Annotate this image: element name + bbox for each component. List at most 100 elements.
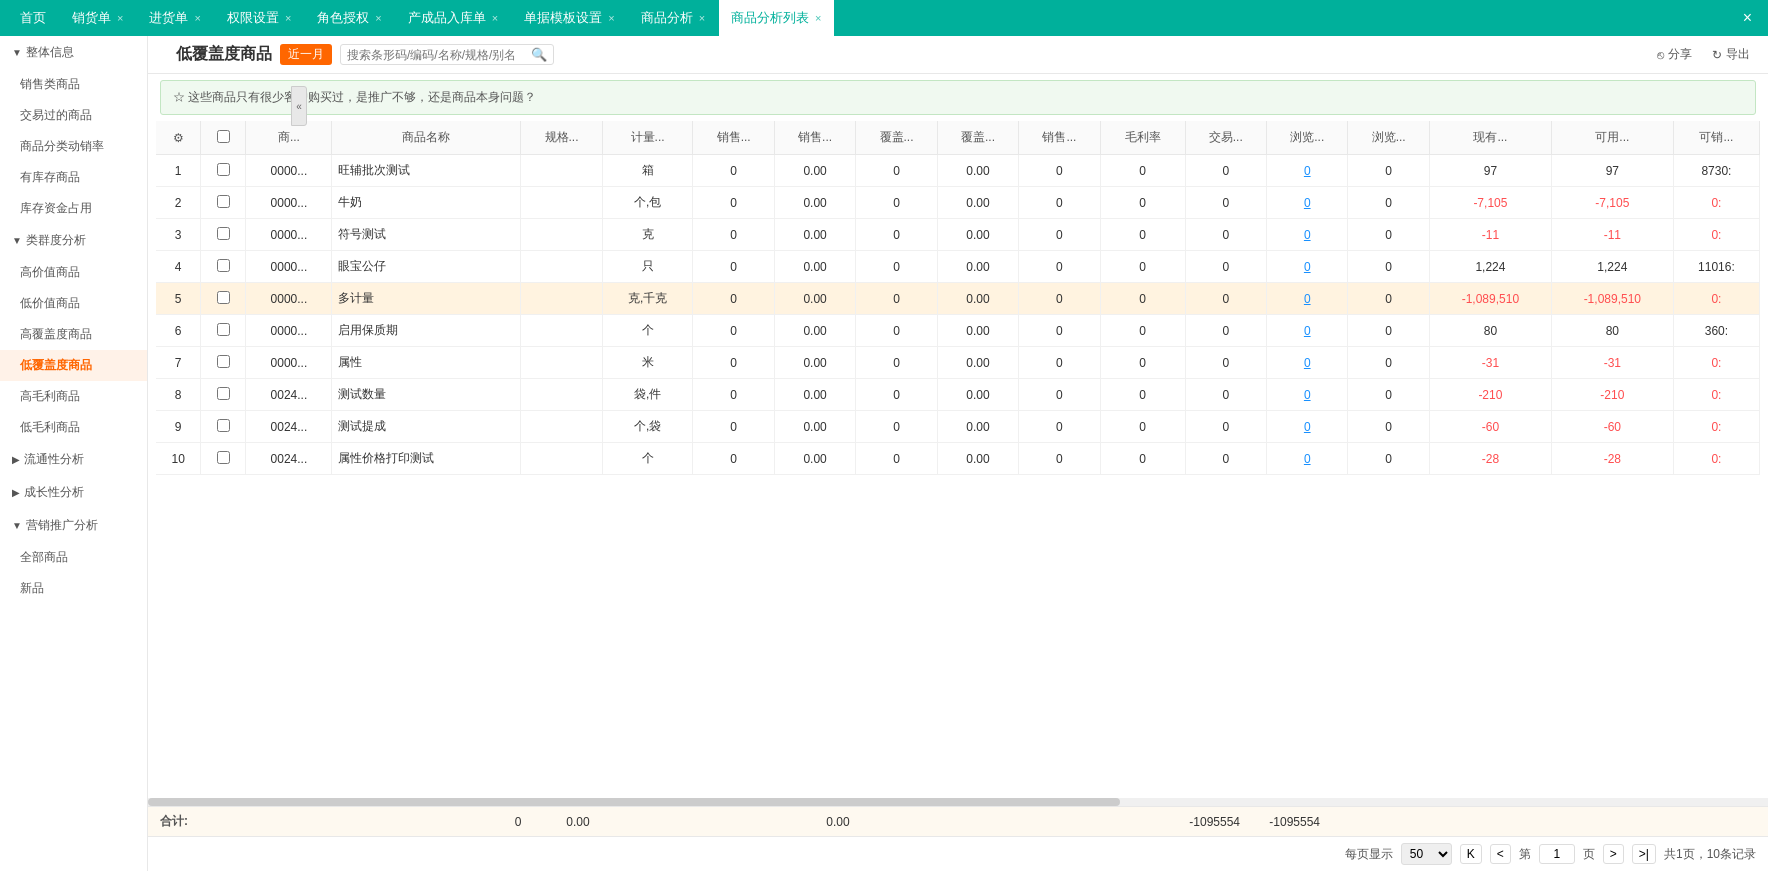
row-browse1[interactable]: 0 (1267, 443, 1348, 475)
col-transaction[interactable]: 交易... (1185, 121, 1266, 155)
row-checkbox[interactable] (217, 323, 230, 336)
settings-icon[interactable]: ⚙ (173, 131, 184, 145)
sidebar-section-overview[interactable]: ▼ 整体信息 (0, 36, 147, 69)
nav-purchase[interactable]: 进货单 × (137, 0, 212, 36)
row-checkbox-cell[interactable] (201, 283, 246, 315)
row-checkbox[interactable] (217, 355, 230, 368)
nav-goods-list[interactable]: 商品分析列表 × (719, 0, 833, 36)
sidebar-section-marketing[interactable]: ▼ 营销推广分析 (0, 509, 147, 542)
col-name[interactable]: 商品名称 (332, 121, 521, 155)
period-button[interactable]: 近一月 (280, 44, 332, 65)
sidebar-item-traded[interactable]: 交易过的商品 (0, 100, 147, 131)
horizontal-scrollbar[interactable] (148, 798, 1768, 806)
row-checkbox-cell[interactable] (201, 443, 246, 475)
row-checkbox-cell[interactable] (201, 315, 246, 347)
nav-product-close[interactable]: × (492, 12, 498, 24)
sidebar-item-sales-goods[interactable]: 销售类商品 (0, 69, 147, 100)
scrollbar-thumb[interactable] (148, 798, 1120, 806)
nav-permission-close[interactable]: × (285, 12, 291, 24)
window-close-button[interactable]: × (1735, 9, 1760, 27)
col-sales-amt[interactable]: 销售... (774, 121, 855, 155)
last-page-btn[interactable]: >| (1632, 844, 1656, 864)
col-sales-qty[interactable]: 销售... (693, 121, 774, 155)
nav-role[interactable]: 角色授权 × (305, 0, 393, 36)
select-all-checkbox[interactable] (217, 130, 230, 143)
col-coverage1[interactable]: 覆盖... (856, 121, 937, 155)
row-checkbox[interactable] (217, 227, 230, 240)
nav-product-stock[interactable]: 产成品入库单 × (396, 0, 510, 36)
row-checkbox-cell[interactable] (201, 219, 246, 251)
nav-goods-list-close[interactable]: × (815, 12, 821, 24)
next-page-btn[interactable]: > (1603, 844, 1624, 864)
row-checkbox[interactable] (217, 195, 230, 208)
sidebar-item-low-coverage[interactable]: 低覆盖度商品 (0, 350, 147, 381)
col-browse2[interactable]: 浏览... (1348, 121, 1429, 155)
nav-template[interactable]: 单据模板设置 × (512, 0, 626, 36)
sidebar-item-low-value[interactable]: 低价值商品 (0, 288, 147, 319)
nav-sales[interactable]: 销货单 × (60, 0, 135, 36)
page-number-input[interactable] (1539, 844, 1575, 864)
col-spec[interactable]: 规格... (521, 121, 602, 155)
nav-role-close[interactable]: × (375, 12, 381, 24)
row-browse1[interactable]: 0 (1267, 251, 1348, 283)
sidebar-item-low-profit[interactable]: 低毛利商品 (0, 412, 147, 443)
col-coverage2[interactable]: 覆盖... (937, 121, 1018, 155)
row-checkbox[interactable] (217, 291, 230, 304)
row-browse1[interactable]: 0 (1267, 187, 1348, 219)
row-browse1[interactable]: 0 (1267, 155, 1348, 187)
sidebar-item-all-goods[interactable]: 全部商品 (0, 542, 147, 573)
col-sales-data[interactable]: 销售... (1019, 121, 1100, 155)
sidebar-item-capital[interactable]: 库存资金占用 (0, 193, 147, 224)
row-browse1[interactable]: 0 (1267, 379, 1348, 411)
col-available[interactable]: 可用... (1551, 121, 1673, 155)
search-icon[interactable]: 🔍 (531, 47, 547, 62)
share-button[interactable]: ⎋ 分享 (1651, 44, 1698, 65)
sidebar-section-cluster[interactable]: ▼ 类群度分析 (0, 224, 147, 257)
row-checkbox-cell[interactable] (201, 347, 246, 379)
row-browse1[interactable]: 0 (1267, 219, 1348, 251)
search-input[interactable] (347, 48, 527, 62)
col-browse1[interactable]: 浏览... (1267, 121, 1348, 155)
sidebar-section-growth[interactable]: ▶ 成长性分析 (0, 476, 147, 509)
row-browse1[interactable]: 0 (1267, 411, 1348, 443)
sidebar-item-category-rate[interactable]: 商品分类动销率 (0, 131, 147, 162)
sidebar-item-high-profit[interactable]: 高毛利商品 (0, 381, 147, 412)
row-browse1[interactable]: 0 (1267, 315, 1348, 347)
sidebar-item-in-stock[interactable]: 有库存商品 (0, 162, 147, 193)
sidebar-collapse-btn[interactable]: « (291, 86, 307, 126)
nav-template-close[interactable]: × (608, 12, 614, 24)
col-code[interactable]: 商... (246, 121, 332, 155)
row-checkbox[interactable] (217, 259, 230, 272)
sidebar-item-new-goods[interactable]: 新品 (0, 573, 147, 604)
row-checkbox[interactable] (217, 419, 230, 432)
nav-sales-close[interactable]: × (117, 12, 123, 24)
col-checkbox[interactable] (201, 121, 246, 155)
nav-permission[interactable]: 权限设置 × (215, 0, 303, 36)
nav-purchase-close[interactable]: × (194, 12, 200, 24)
col-current-stock[interactable]: 现有... (1429, 121, 1551, 155)
row-browse1[interactable]: 0 (1267, 347, 1348, 379)
per-page-select[interactable]: 50 100 200 (1401, 843, 1452, 865)
row-checkbox[interactable] (217, 451, 230, 464)
sidebar-section-flow[interactable]: ▶ 流通性分析 (0, 443, 147, 476)
row-browse1[interactable]: 0 (1267, 283, 1348, 315)
export-button[interactable]: ↻ 导出 (1706, 44, 1756, 65)
row-checkbox[interactable] (217, 387, 230, 400)
nav-goods-analysis-close[interactable]: × (699, 12, 705, 24)
row-checkbox-cell[interactable] (201, 187, 246, 219)
prev-page-btn[interactable]: < (1490, 844, 1511, 864)
row-checkbox-cell[interactable] (201, 251, 246, 283)
col-gross-margin[interactable]: 毛利率 (1100, 121, 1185, 155)
col-settings[interactable]: ⚙ (156, 121, 201, 155)
row-checkbox-cell[interactable] (201, 411, 246, 443)
nav-home[interactable]: 首页 (8, 0, 58, 36)
row-checkbox-cell[interactable] (201, 379, 246, 411)
row-checkbox[interactable] (217, 163, 230, 176)
row-checkbox-cell[interactable] (201, 155, 246, 187)
sidebar-item-high-value[interactable]: 高价值商品 (0, 257, 147, 288)
nav-goods-analysis[interactable]: 商品分析 × (629, 0, 717, 36)
sidebar-item-high-coverage[interactable]: 高覆盖度商品 (0, 319, 147, 350)
first-page-btn[interactable]: K (1460, 844, 1482, 864)
col-saleable[interactable]: 可销... (1673, 121, 1759, 155)
col-unit[interactable]: 计量... (602, 121, 693, 155)
